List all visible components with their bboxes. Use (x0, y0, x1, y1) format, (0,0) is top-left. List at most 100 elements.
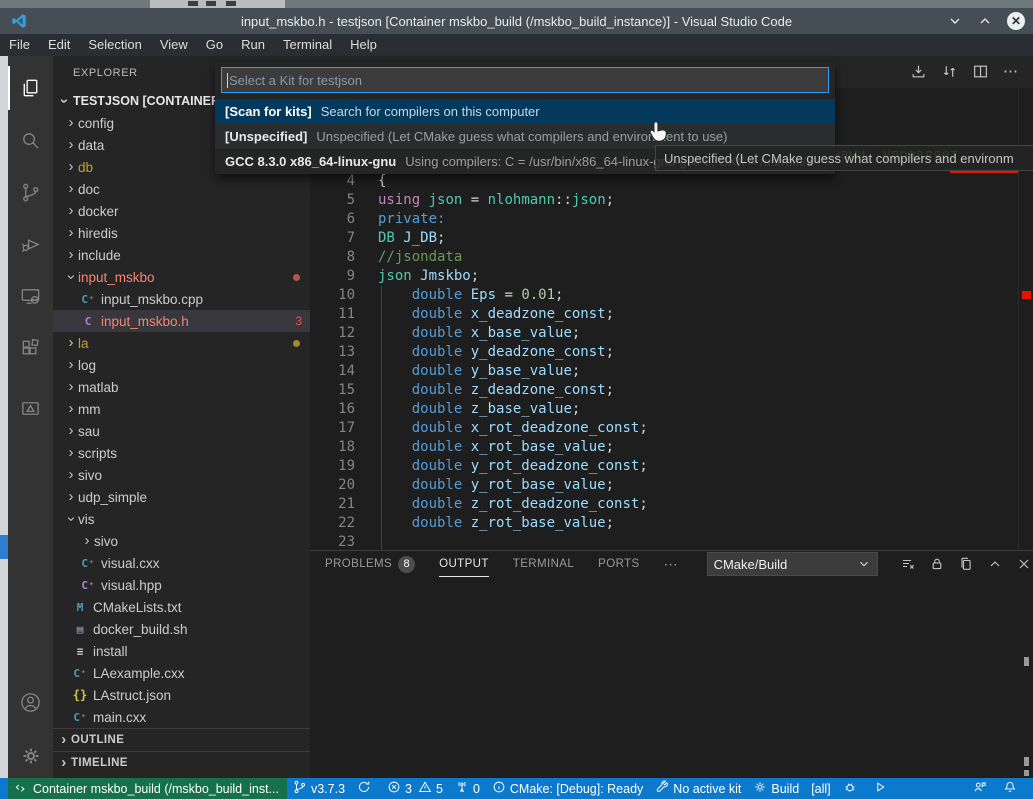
tree-item[interactable]: › hiredis (53, 222, 310, 244)
tree-item[interactable]: › matlab (53, 376, 310, 398)
code-line[interactable]: 6 private: (310, 210, 1033, 229)
code-line[interactable]: 14 double y_base_value; (310, 362, 1033, 381)
code-line[interactable]: 23 (310, 533, 1033, 550)
output-line[interactable] (325, 661, 1033, 680)
tree-item[interactable]: M CMakeLists.txt (53, 596, 310, 618)
extensions-icon[interactable] (8, 326, 53, 370)
tree-item[interactable]: {} LAstruct.json (53, 684, 310, 706)
tree-item[interactable]: › udp_simple (53, 486, 310, 508)
status-item[interactable]: 3 (381, 778, 418, 799)
remote-explorer-icon[interactable] (8, 274, 53, 318)
tree-item[interactable]: › input_mskbo (53, 266, 310, 288)
code-line[interactable]: 15 double z_deadzone_const; (310, 381, 1033, 400)
status-item[interactable] (837, 778, 867, 799)
explorer-icon[interactable] (8, 66, 53, 110)
panel-tab[interactable]: PROBLEMS 8 (325, 551, 416, 577)
status-item[interactable] (967, 778, 997, 799)
search-icon[interactable] (8, 118, 53, 162)
run-debug-icon[interactable] (8, 222, 53, 266)
tree-item[interactable]: › sivo (53, 464, 310, 486)
tree-item[interactable]: › log (53, 354, 310, 376)
code-line[interactable]: 19 double y_rot_deadzone_const; (310, 457, 1033, 476)
code-line[interactable]: 20 double y_rot_base_value; (310, 476, 1033, 495)
tree-item[interactable]: › vis (53, 508, 310, 530)
code-line[interactable]: 9 json Jmskbo; (310, 267, 1033, 286)
status-item[interactable]: CMake: [Debug]: Ready (486, 778, 649, 799)
source-control-icon[interactable] (8, 170, 53, 214)
tree-item[interactable]: C⁺ input_mskbo.cpp (53, 288, 310, 310)
code-line[interactable]: 22 double z_rot_base_value; (310, 514, 1033, 533)
code-line[interactable]: 11 double x_deadzone_const; (310, 305, 1033, 324)
account-icon[interactable] (8, 680, 53, 724)
tree-item[interactable]: › sivo (53, 530, 310, 552)
close-icon[interactable]: ✕ (1007, 12, 1025, 30)
status-item[interactable]: Build (747, 778, 805, 799)
status-item[interactable] (351, 778, 381, 799)
output-line[interactable] (325, 623, 1033, 642)
settings-gear-icon[interactable] (8, 734, 53, 778)
tree-item[interactable]: › include (53, 244, 310, 266)
menu-item[interactable]: Selection (79, 34, 150, 56)
open-changes-icon[interactable] (941, 63, 958, 80)
clear-output-icon[interactable] (900, 556, 916, 572)
code-line[interactable]: 18 double x_rot_base_value; (310, 438, 1033, 457)
tree-item[interactable]: ▤ docker_build.sh (53, 618, 310, 640)
tree-item[interactable]: › doc (53, 178, 310, 200)
menu-item[interactable]: Terminal (274, 34, 341, 56)
minimize-icon[interactable] (947, 13, 963, 29)
output-line[interactable] (325, 699, 1033, 718)
output-line[interactable] (325, 642, 1033, 661)
more-actions-icon[interactable]: ⋯ (1003, 62, 1019, 80)
quickpick-item[interactable]: [Scan for kits] Search for compilers on … (215, 99, 835, 124)
code-line[interactable]: 12 double x_base_value; (310, 324, 1033, 343)
code-line[interactable]: 16 double z_base_value; (310, 400, 1033, 419)
close-panel-icon[interactable] (1016, 556, 1032, 572)
tree-item[interactable]: C⁺ visual.hpp (53, 574, 310, 596)
tree-item[interactable]: › la (53, 332, 310, 354)
sidebar-section-header[interactable]: › OUTLINE (53, 728, 310, 751)
cmake-tools-icon[interactable] (8, 386, 53, 430)
lock-scroll-icon[interactable] (929, 556, 945, 572)
open-in-editor-icon[interactable] (958, 556, 974, 572)
tree-item[interactable]: C input_mskbo.h 3 (53, 310, 310, 332)
maximize-panel-icon[interactable] (987, 556, 1003, 572)
panel-tab[interactable]: PORTS (598, 551, 639, 577)
remote-indicator[interactable]: Container mskbo_build (/mskbo_build_inst… (8, 778, 287, 799)
output-channel-select[interactable]: CMake/Build (706, 552, 878, 576)
quickpick-input[interactable]: Select a Kit for testjson (221, 67, 829, 93)
code-line[interactable]: 10 double Eps = 0.01; (310, 286, 1033, 305)
output-line[interactable] (325, 718, 1033, 737)
output-line[interactable] (325, 585, 1033, 604)
panel-tab[interactable]: OUTPUT (439, 551, 489, 577)
maximize-icon[interactable] (977, 13, 993, 29)
code-line[interactable]: 17 double x_rot_deadzone_const; (310, 419, 1033, 438)
tree-item[interactable]: › sau (53, 420, 310, 442)
status-item[interactable]: v3.7.3 (287, 778, 351, 799)
status-item[interactable]: No active kit (649, 778, 747, 799)
code-line[interactable]: 8 //jsondata (310, 248, 1033, 267)
output-line[interactable] (325, 737, 1033, 756)
menu-item[interactable]: Go (197, 34, 232, 56)
panel-tab[interactable]: TERMINAL (513, 551, 574, 577)
sidebar-section-header[interactable]: › TIMELINE (53, 751, 310, 774)
code-line[interactable]: 13 double y_deadzone_const; (310, 343, 1033, 362)
split-editor-icon[interactable] (972, 63, 989, 80)
code-line[interactable]: 21 double z_rot_deadzone_const; (310, 495, 1033, 514)
menu-item[interactable]: File (0, 34, 39, 56)
status-item[interactable]: 0 (449, 778, 486, 799)
tree-item[interactable]: › docker (53, 200, 310, 222)
menu-item[interactable]: Help (341, 34, 386, 56)
output-line[interactable] (325, 604, 1033, 623)
run-install-icon[interactable] (910, 63, 927, 80)
status-item[interactable] (997, 778, 1027, 799)
menu-item[interactable]: Run (232, 34, 274, 56)
tree-item[interactable]: › mm (53, 398, 310, 420)
tree-item[interactable]: C⁺ LAexample.cxx (53, 662, 310, 684)
panel-tab[interactable]: ⋯ (664, 551, 679, 577)
tree-item[interactable]: C⁺ visual.cxx (53, 552, 310, 574)
code-line[interactable]: 7 DB J_DB; (310, 229, 1033, 248)
code-line[interactable]: 5 using json = nlohmann::json; (310, 191, 1033, 210)
tree-item[interactable]: › scripts (53, 442, 310, 464)
output-line[interactable] (325, 680, 1033, 699)
menu-item[interactable]: View (151, 34, 197, 56)
